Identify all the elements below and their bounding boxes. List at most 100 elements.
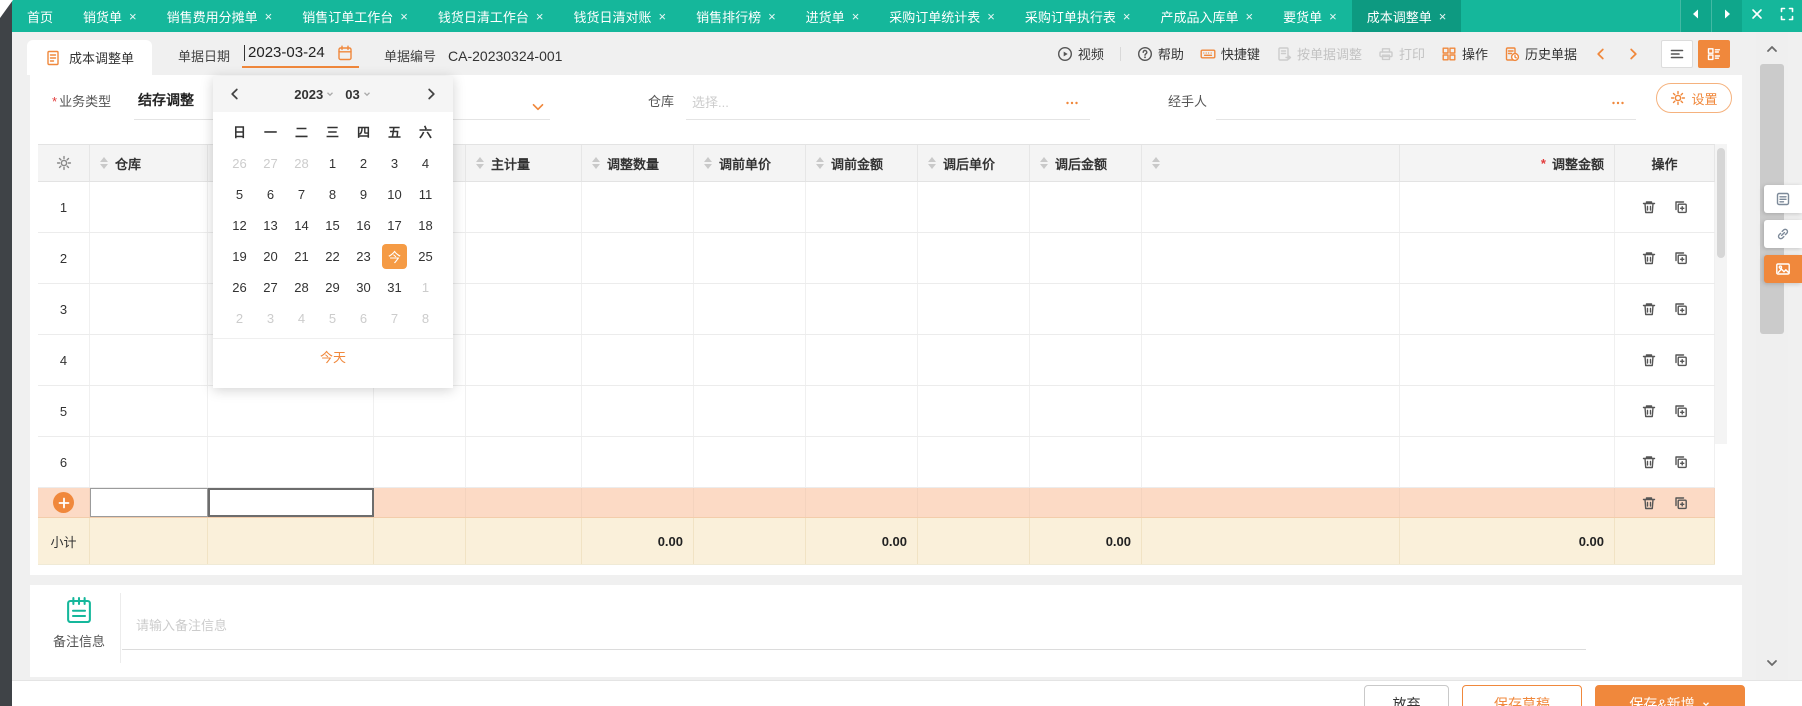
card-view-toggle[interactable] xyxy=(1698,39,1730,68)
table-cell[interactable]: 3 xyxy=(38,284,90,334)
calendar-day[interactable]: 17 xyxy=(379,210,410,241)
sort-icon[interactable] xyxy=(592,157,600,169)
close-tab-icon[interactable]: × xyxy=(1246,10,1254,23)
next-month-icon[interactable] xyxy=(423,86,439,102)
table-cell[interactable] xyxy=(582,335,694,385)
table-cell[interactable] xyxy=(694,335,806,385)
table-cell[interactable] xyxy=(466,284,582,334)
today-button[interactable]: 今天 xyxy=(213,338,453,373)
fullscreen-icon[interactable] xyxy=(1772,0,1802,32)
action-帮助[interactable]: 帮助 xyxy=(1137,44,1184,63)
add-row-button[interactable] xyxy=(53,492,74,513)
delete-row-icon[interactable] xyxy=(1641,454,1657,470)
sort-icon[interactable] xyxy=(476,157,484,169)
table-cell[interactable] xyxy=(918,233,1030,283)
calendar-day[interactable]: 1 xyxy=(410,272,441,303)
delete-row-icon[interactable] xyxy=(1641,250,1657,266)
table-cell[interactable] xyxy=(1030,437,1142,487)
tab-进货单[interactable]: 进货单 × xyxy=(791,0,875,32)
month-select[interactable]: 03 xyxy=(345,87,371,102)
delete-row-icon[interactable] xyxy=(1641,403,1657,419)
column-header-调后单价[interactable]: 调后单价 xyxy=(918,145,1030,181)
calendar-day[interactable]: 23 xyxy=(348,241,379,272)
link-tool-button[interactable] xyxy=(1764,220,1802,248)
保存草稿-button[interactable]: 保存草稿 xyxy=(1462,685,1582,706)
table-cell[interactable] xyxy=(918,182,1030,232)
table-cell[interactable] xyxy=(1030,386,1142,436)
delete-row-icon[interactable] xyxy=(1641,352,1657,368)
table-cell[interactable] xyxy=(466,335,582,385)
copy-row-icon[interactable] xyxy=(1673,495,1689,511)
table-scrollbar-thumb[interactable] xyxy=(1717,148,1725,258)
calendar-day[interactable]: 13 xyxy=(255,210,286,241)
calendar-day[interactable]: 18 xyxy=(410,210,441,241)
table-cell[interactable] xyxy=(806,284,918,334)
biz-type-chevron-down-icon[interactable] xyxy=(530,99,546,115)
table-cell[interactable] xyxy=(1142,437,1400,487)
document-date-input[interactable]: 2023-03-24 xyxy=(242,43,359,68)
tab-销货单[interactable]: 销货单 × xyxy=(68,0,152,32)
warehouse-placeholder[interactable]: 选择... xyxy=(692,92,729,111)
table-cell[interactable] xyxy=(694,182,806,232)
calendar-day[interactable]: 3 xyxy=(255,303,286,334)
calendar-day[interactable]: 3 xyxy=(379,148,410,179)
calendar-day[interactable]: 2 xyxy=(348,148,379,179)
calendar-day[interactable]: 15 xyxy=(317,210,348,241)
handler-more-icon[interactable] xyxy=(1610,95,1626,111)
year-select[interactable]: 2023 xyxy=(294,87,335,102)
calendar-day[interactable]: 14 xyxy=(286,210,317,241)
table-cell[interactable] xyxy=(374,386,466,436)
table-cell[interactable]: 6 xyxy=(38,437,90,487)
calendar-day[interactable]: 25 xyxy=(410,241,441,272)
table-cell[interactable] xyxy=(208,437,374,487)
table-cell[interactable] xyxy=(806,182,918,232)
handler-underline[interactable] xyxy=(1216,119,1636,120)
remarks-input[interactable]: 请输入备注信息 xyxy=(136,615,227,634)
table-cell[interactable] xyxy=(466,182,582,232)
add-row-cell[interactable] xyxy=(1615,488,1715,517)
scroll-tabs-right-icon[interactable] xyxy=(1711,0,1742,32)
calendar-day[interactable]: 4 xyxy=(410,148,441,179)
prev-month-icon[interactable] xyxy=(227,86,243,102)
table-cell[interactable] xyxy=(582,437,694,487)
add-row-cell[interactable] xyxy=(38,488,90,517)
table-cell[interactable] xyxy=(90,233,208,283)
table-cell[interactable]: 2 xyxy=(38,233,90,283)
table-cell[interactable] xyxy=(466,386,582,436)
calendar-day[interactable]: 6 xyxy=(255,179,286,210)
close-tab-icon[interactable]: × xyxy=(1439,10,1447,23)
add-row-cell[interactable] xyxy=(1030,488,1142,517)
table-cell[interactable] xyxy=(1400,386,1615,436)
add-row-cell[interactable] xyxy=(806,488,918,517)
action-操作[interactable]: 操作 xyxy=(1441,44,1488,63)
sort-icon[interactable] xyxy=(704,157,712,169)
calendar-day[interactable]: 27 xyxy=(255,272,286,303)
sort-icon[interactable] xyxy=(928,157,936,169)
close-tab-icon[interactable]: × xyxy=(768,10,776,23)
tab-钱货日清工作台[interactable]: 钱货日清工作台 × xyxy=(423,0,559,32)
table-cell[interactable] xyxy=(694,284,806,334)
calendar-day[interactable]: 22 xyxy=(317,241,348,272)
table-cell[interactable] xyxy=(1400,182,1615,232)
column-settings-gear-icon[interactable] xyxy=(56,155,72,171)
close-tab-icon[interactable]: × xyxy=(536,10,544,23)
column-header-操作[interactable]: 操作 xyxy=(1615,145,1715,181)
calendar-day[interactable]: 26 xyxy=(224,272,255,303)
close-tab-icon[interactable]: × xyxy=(852,10,860,23)
calendar-day[interactable]: 31 xyxy=(379,272,410,303)
table-cell[interactable] xyxy=(1400,437,1615,487)
collapsed-sidebar[interactable] xyxy=(0,0,13,706)
document-type-tab[interactable]: 成本调整单 xyxy=(27,40,152,75)
calendar-day[interactable]: 20 xyxy=(255,241,286,272)
close-tab-icon[interactable]: × xyxy=(987,10,995,23)
next-document-icon[interactable] xyxy=(1625,46,1641,62)
delete-row-icon[interactable] xyxy=(1641,199,1657,215)
tab-采购订单统计表[interactable]: 采购订单统计表 × xyxy=(874,0,1010,32)
calendar-day[interactable]: 6 xyxy=(348,303,379,334)
tab-钱货日清对账[interactable]: 钱货日清对账 × xyxy=(558,0,681,32)
sort-icon[interactable] xyxy=(100,157,108,169)
table-cell[interactable] xyxy=(1400,335,1615,385)
table-cell[interactable] xyxy=(582,182,694,232)
tab-销售排行榜[interactable]: 销售排行榜 × xyxy=(681,0,791,32)
table-cell[interactable] xyxy=(1142,284,1400,334)
